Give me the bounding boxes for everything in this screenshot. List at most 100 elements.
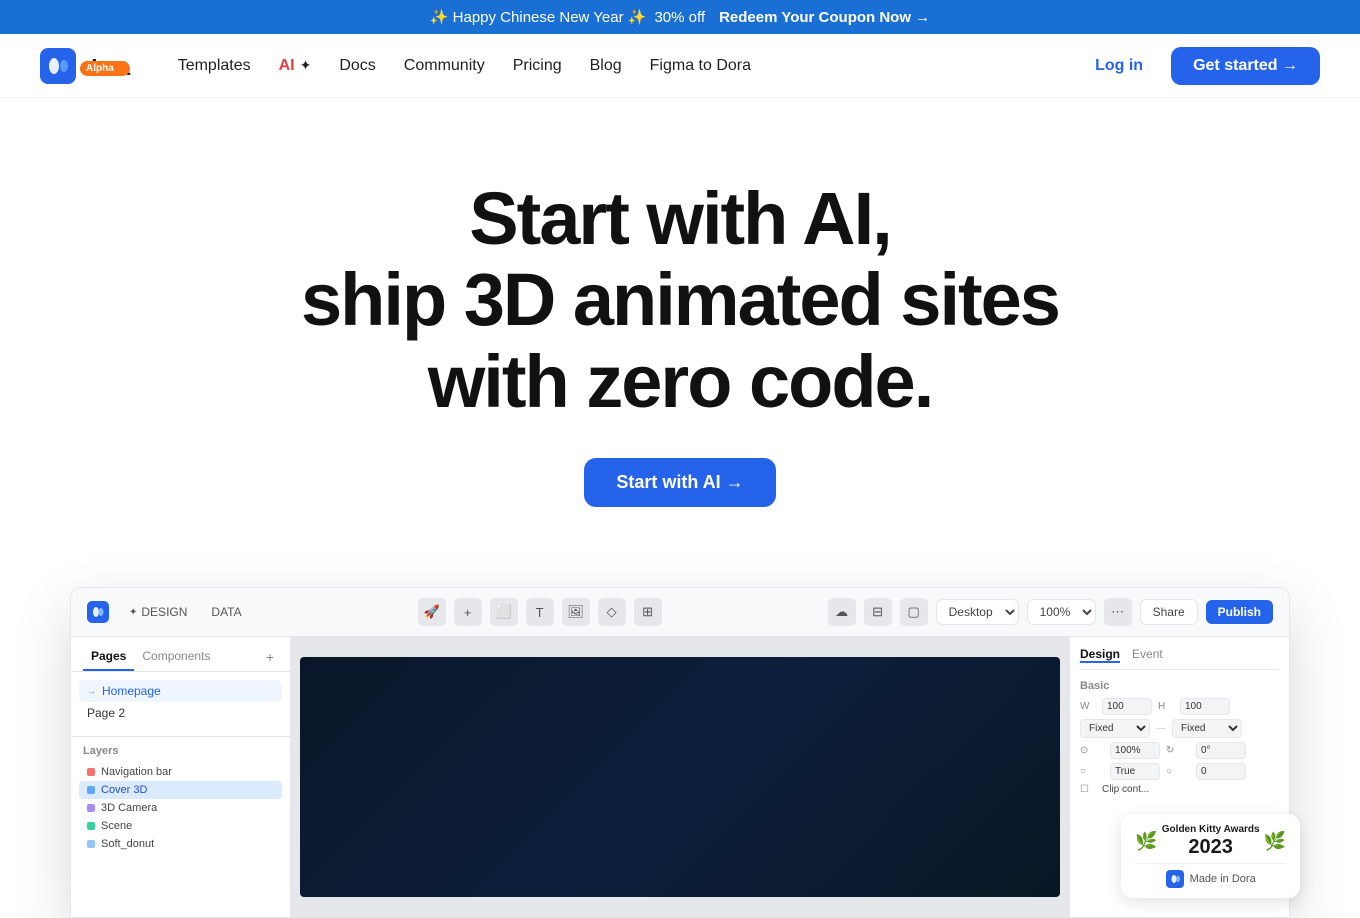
clip-icon: ☐	[1080, 784, 1096, 795]
nav-templates[interactable]: Templates	[166, 51, 263, 81]
left-laurel: 🌿	[1135, 831, 1157, 852]
desktop-select[interactable]: Desktop	[936, 599, 1019, 625]
sparkle-icon: ✦	[300, 57, 312, 74]
right-row-fixed: Fixed — Fixed	[1080, 719, 1279, 738]
toolbar-tab-data[interactable]: DATA	[201, 601, 251, 623]
right-row-clip: ☐ Clip cont...	[1080, 784, 1279, 795]
zero-label: ○	[1166, 766, 1190, 777]
sidebar-pages-list: → Homepage Page 2	[71, 672, 290, 732]
nav-docs[interactable]: Docs	[327, 51, 387, 81]
golden-kitty-badge: 🌿 Golden Kitty Awards 2023 🌿 Made in Dor…	[1121, 814, 1300, 898]
banner-text: ✨ Happy Chinese New Year ✨	[430, 8, 647, 26]
right-tab-event[interactable]: Event	[1132, 647, 1163, 663]
toolbar-rocket-icon: 🚀	[418, 598, 446, 626]
toolbar-shapes-icon[interactable]: ◇	[598, 598, 626, 626]
hero-title: Start with AI, ship 3D animated sites wi…	[230, 178, 1130, 422]
fixed-select-2[interactable]: Fixed	[1172, 719, 1242, 738]
canvas-dark-bg	[300, 657, 1060, 897]
page-2[interactable]: Page 2	[79, 702, 282, 724]
login-button[interactable]: Log in	[1079, 49, 1159, 83]
app-toolbar: ✦ DESIGN DATA 🚀 + ⬜ T 🖼 ◇ ⊞ ☁ ⊟	[71, 588, 1289, 637]
banner-cta[interactable]: Redeem Your Coupon Now →	[719, 9, 930, 26]
navbar-left: dora Alpha Templates AI ✦ Docs Community…	[40, 48, 763, 84]
fixed-select[interactable]: Fixed	[1080, 719, 1150, 738]
nav-figma[interactable]: Figma to Dora	[638, 51, 763, 81]
toolbar-image-icon[interactable]: 🖼	[562, 598, 590, 626]
right-tab-design[interactable]: Design	[1080, 647, 1120, 663]
hero-section: Start with AI, ship 3D animated sites wi…	[0, 98, 1360, 547]
toolbar-more-icon[interactable]: ⋯	[1104, 598, 1132, 626]
zoom-select[interactable]: 100%	[1027, 599, 1096, 625]
layer-dot-cover	[87, 786, 95, 794]
toolbar-left: ✦ DESIGN DATA	[87, 601, 252, 623]
sidebar-tab-components[interactable]: Components	[134, 645, 218, 671]
rotation-label: ↻	[1166, 745, 1190, 756]
navbar-right: Log in Get started →	[1079, 47, 1320, 85]
toolbar-tab-design[interactable]: ✦ DESIGN	[119, 601, 197, 623]
toolbar-logo-icon	[87, 601, 109, 623]
share-button[interactable]: Share	[1140, 599, 1198, 625]
h-label: H	[1158, 701, 1174, 712]
sidebar-tabs: Pages Components +	[71, 637, 290, 672]
sidebar-tab-pages[interactable]: Pages	[83, 645, 134, 671]
publish-button[interactable]: Publish	[1206, 600, 1273, 624]
toolbar-right: ☁ ⊟ ▢ Desktop 100% ⋯ Share Publish	[828, 598, 1273, 626]
award-year: 2023	[1162, 836, 1260, 859]
left-sidebar: Pages Components + → Homepage Page 2 Lay…	[71, 637, 291, 917]
nav-pricing[interactable]: Pricing	[501, 51, 574, 81]
layer-softdonut[interactable]: Soft_donut	[79, 835, 282, 853]
toolbar-tabs: ✦ DESIGN DATA	[119, 601, 252, 623]
layer-scene[interactable]: Scene	[79, 817, 282, 835]
nav-blog[interactable]: Blog	[578, 51, 634, 81]
layer-camera[interactable]: 3D Camera	[79, 799, 282, 817]
right-row-true: ○ ○	[1080, 763, 1279, 780]
navbar: dora Alpha Templates AI ✦ Docs Community…	[0, 34, 1360, 98]
height-input[interactable]	[1180, 698, 1230, 715]
dora-logo-icon	[40, 48, 76, 84]
toolbar-plus-icon[interactable]: +	[454, 598, 482, 626]
width-input[interactable]	[1102, 698, 1152, 715]
layers-panel: Layers Navigation bar Cover 3D 3D Camera	[71, 736, 290, 861]
layer-dot-donut	[87, 840, 95, 848]
opacity-input[interactable]	[1110, 742, 1160, 759]
ai-text: AI	[279, 57, 295, 75]
toolbar-components-icon[interactable]: ⊞	[634, 598, 662, 626]
right-section-basic: Basic	[1080, 680, 1279, 692]
app-window: ✦ DESIGN DATA 🚀 + ⬜ T 🖼 ◇ ⊞ ☁ ⊟	[70, 587, 1290, 918]
layers-title: Layers	[79, 745, 282, 757]
made-in-text: Made in Dora	[1190, 873, 1256, 885]
logo[interactable]: dora Alpha	[40, 48, 130, 84]
zero-input[interactable]	[1196, 763, 1246, 780]
nav-ai[interactable]: AI ✦	[267, 51, 324, 81]
layer-navbar[interactable]: Navigation bar	[79, 763, 282, 781]
app-body: Pages Components + → Homepage Page 2 Lay…	[71, 637, 1289, 917]
toolbar-rect-icon[interactable]: ⬜	[490, 598, 518, 626]
toolbar-frame-icon: ▢	[900, 598, 928, 626]
toolbar-center: 🚀 + ⬜ T 🖼 ◇ ⊞	[418, 598, 662, 626]
get-started-button[interactable]: Get started →	[1171, 47, 1320, 85]
toolbar-text-icon[interactable]: T	[526, 598, 554, 626]
layer-dot-cam	[87, 804, 95, 812]
dora-badge-logo	[1166, 870, 1184, 888]
add-page-button[interactable]: +	[262, 645, 278, 671]
toolbar-cloud-icon: ☁	[828, 598, 856, 626]
clip-label: Clip cont...	[1102, 784, 1149, 795]
layer-dot-scene	[87, 822, 95, 830]
app-preview: ✦ DESIGN DATA 🚀 + ⬜ T 🖼 ◇ ⊞ ☁ ⊟	[40, 587, 1320, 918]
true-input[interactable]	[1110, 763, 1160, 780]
top-banner: ✨ Happy Chinese New Year ✨ 30% off Redee…	[0, 0, 1360, 34]
layer-dot-nav	[87, 768, 95, 776]
toolbar-layout-icon: ⊟	[864, 598, 892, 626]
start-with-ai-button[interactable]: Start with AI →	[584, 458, 775, 507]
true-label: ○	[1080, 766, 1104, 777]
divider-1: —	[1156, 723, 1166, 734]
rotation-input[interactable]	[1196, 742, 1246, 759]
nav-links: Templates AI ✦ Docs Community Pricing Bl…	[166, 51, 763, 81]
right-row-opacity: ⊙ ↻	[1080, 742, 1279, 759]
page-homepage[interactable]: → Homepage	[79, 680, 282, 702]
banner-discount: 30% off	[654, 9, 705, 26]
right-panel-tabs: Design Event	[1080, 647, 1279, 670]
layer-cover3d[interactable]: Cover 3D	[79, 781, 282, 799]
made-in-dora: Made in Dora	[1135, 863, 1286, 888]
nav-community[interactable]: Community	[392, 51, 497, 81]
